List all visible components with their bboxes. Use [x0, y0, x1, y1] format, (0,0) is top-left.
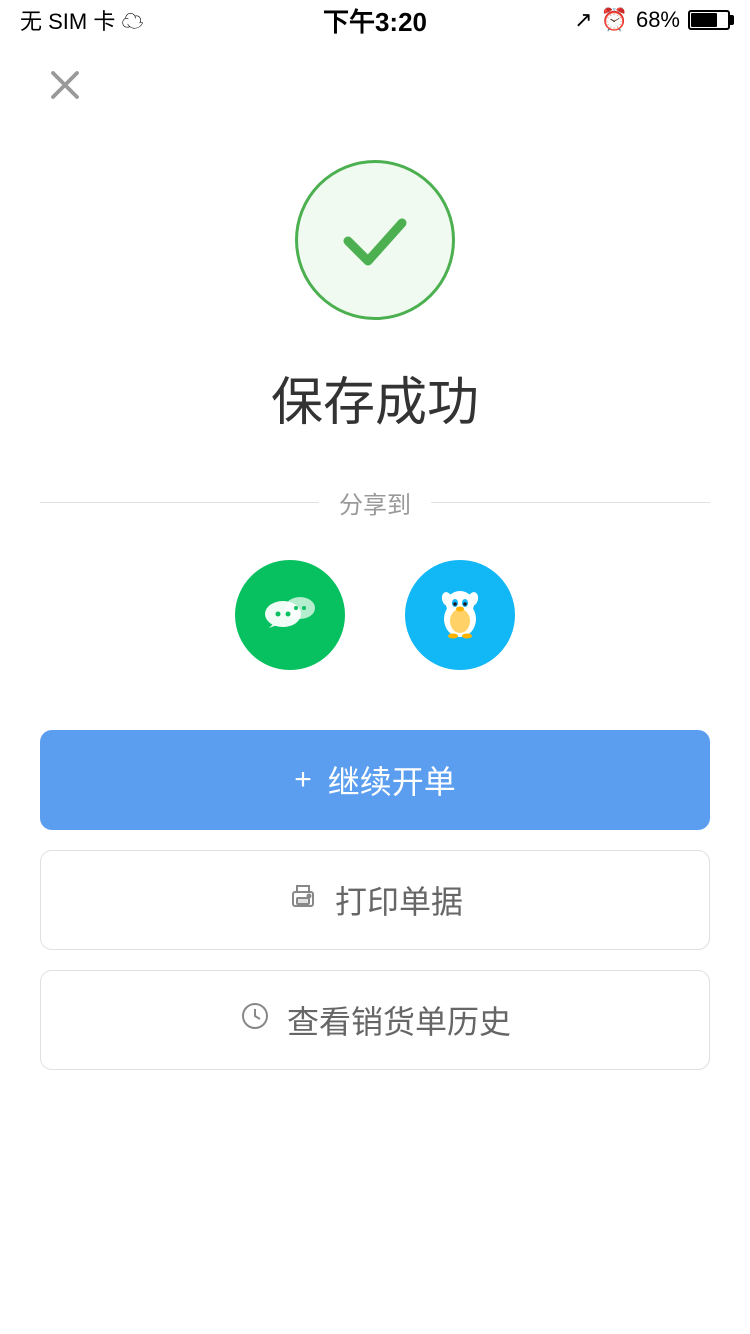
status-left: 无 SIM 卡 ☁: [20, 4, 143, 36]
printer-icon: [287, 880, 319, 920]
clock-icon: [239, 1000, 271, 1040]
checkmark-icon: [330, 195, 420, 285]
continue-button[interactable]: + 继续开单: [40, 730, 710, 830]
print-label: 打印单据: [335, 877, 463, 923]
battery-icon: [688, 10, 730, 30]
plus-icon: +: [294, 763, 312, 797]
success-title: 保存成功: [271, 360, 479, 435]
divider-left: [40, 502, 319, 503]
share-label: 分享到: [339, 485, 411, 520]
qq-share-button[interactable]: [405, 560, 515, 670]
close-icon: [47, 67, 83, 103]
wechat-share-button[interactable]: [235, 560, 345, 670]
continue-label: 继续开单: [328, 757, 456, 803]
action-buttons: + 继续开单 打印单据 查看销货单历史: [40, 730, 710, 1070]
no-sim-label: 无 SIM 卡 ☁: [20, 4, 143, 36]
status-right: ↗ ⏰ 68%: [574, 7, 730, 33]
success-circle: [295, 160, 455, 320]
history-button[interactable]: 查看销货单历史: [40, 970, 710, 1070]
qq-icon: [429, 584, 491, 646]
history-label: 查看销货单历史: [287, 997, 511, 1043]
battery-fill: [691, 13, 717, 27]
share-divider: 分享到: [40, 485, 710, 520]
main-content: 保存成功 分享到: [0, 40, 750, 1334]
alarm-icon: ⏰: [601, 7, 628, 33]
location-icon: ↗: [574, 7, 592, 33]
print-button[interactable]: 打印单据: [40, 850, 710, 950]
divider-right: [431, 502, 710, 503]
battery-label: 68%: [636, 7, 680, 33]
status-bar: 无 SIM 卡 ☁ 下午3:20 ↗ ⏰ 68%: [0, 0, 750, 40]
status-time: 下午3:20: [323, 2, 427, 39]
close-button[interactable]: [40, 60, 90, 110]
share-icons-container: [235, 560, 515, 670]
wechat-icon: [259, 584, 321, 646]
